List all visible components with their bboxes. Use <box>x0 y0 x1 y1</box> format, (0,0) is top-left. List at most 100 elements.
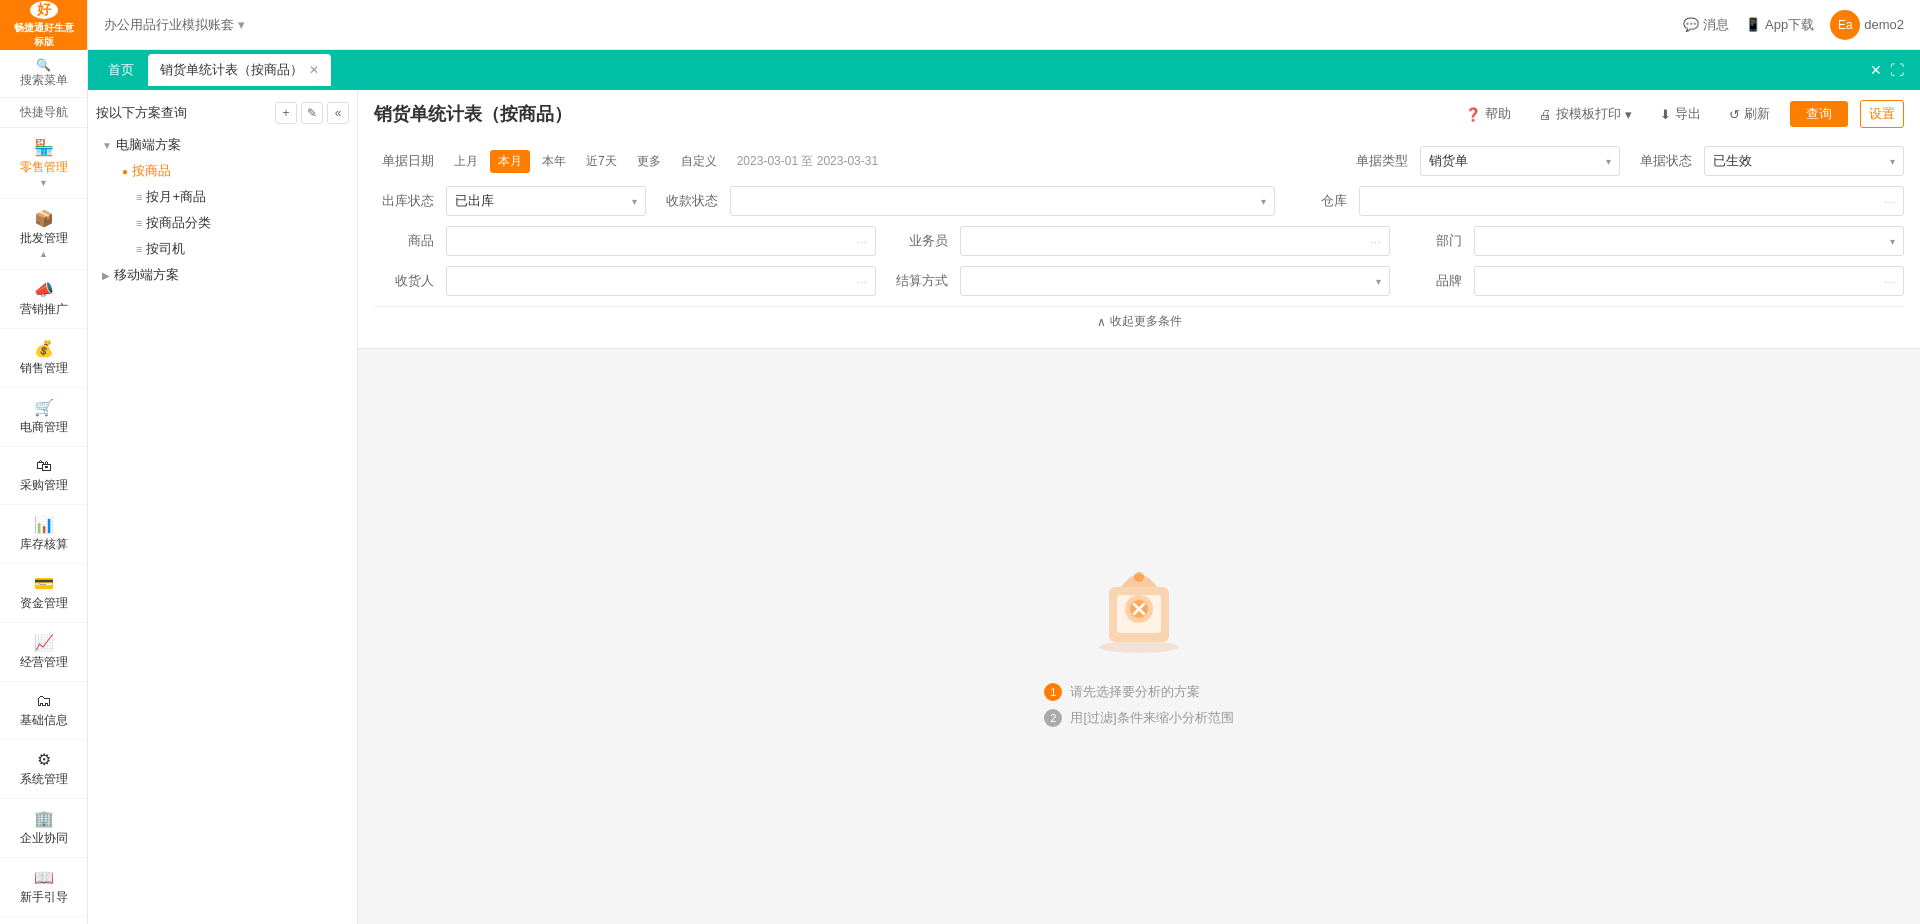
receiver-dots: ··· <box>856 274 867 289</box>
refresh-btn[interactable]: ↺ 刷新 <box>1721 101 1778 127</box>
query-btn[interactable]: 查询 <box>1790 101 1848 127</box>
tree-item-by-month-goods[interactable]: ≡ 按月+商品 <box>116 184 349 210</box>
date-tab-7days[interactable]: 近7天 <box>578 150 625 173</box>
user-menu-btn[interactable]: Ea demo2 <box>1830 10 1904 40</box>
tree-item-by-goods[interactable]: ● 按商品 <box>116 158 349 184</box>
brand-input[interactable]: ··· <box>1474 266 1904 296</box>
minimize-icon[interactable]: ✕ <box>1870 62 1882 78</box>
sidebar-item-retail[interactable]: 🏪 零售管理 ▼ <box>0 128 87 199</box>
settings-label: 设置 <box>1869 105 1895 123</box>
sales-label: 销售管理 <box>20 360 68 377</box>
date-range-display: 2023-03-01 至 2023-03-31 <box>737 153 878 170</box>
collapse-bar[interactable]: ∧ 收起更多条件 <box>374 306 1904 336</box>
page-title-bar: 销货单统计表（按商品） ❓ 帮助 🖨 按模板打印 ▾ ⬇ 导出 <box>358 90 1920 134</box>
driver-icon: ≡ <box>136 243 142 255</box>
sidebar-item-marketing[interactable]: 📣 营销推广 <box>0 270 87 329</box>
desktop-arrow: ▼ <box>102 140 112 151</box>
add-scheme-btn[interactable]: + <box>275 102 297 124</box>
tip-num-2: 2 <box>1044 709 1062 727</box>
sidebar-item-inventory[interactable]: 📊 库存核算 <box>0 505 87 564</box>
tab-close-btn[interactable]: ✕ <box>309 63 319 77</box>
settings-btn[interactable]: 设置 <box>1860 100 1904 128</box>
goods-input[interactable]: ··· <box>446 226 876 256</box>
out-input[interactable]: 已出库 ▾ <box>446 186 646 216</box>
wholesale-arrow: ▲ <box>39 249 48 259</box>
brand-label: 品牌 <box>1402 272 1462 290</box>
app-label: App下载 <box>1765 16 1814 34</box>
search-icon: 🔍 <box>36 58 51 72</box>
tree-item-by-category[interactable]: ≡ 按商品分类 <box>116 210 349 236</box>
quick-nav-btn[interactable]: 快捷导航 <box>0 98 87 128</box>
payment-label: 结算方式 <box>888 272 948 290</box>
tab-sales-stat[interactable]: 销货单统计表（按商品） ✕ <box>148 54 331 86</box>
status-value: 已生效 <box>1713 152 1752 170</box>
sidebar-item-purchase[interactable]: 🛍 采购管理 <box>0 447 87 505</box>
sidebar-item-enterprise[interactable]: 🏢 企业协同 <box>0 799 87 858</box>
search-menu-btn[interactable]: 🔍 搜索菜单 <box>0 50 87 98</box>
app-download-btn[interactable]: 📱 App下载 <box>1745 16 1814 34</box>
tree-item-by-driver[interactable]: ≡ 按司机 <box>116 236 349 262</box>
purchase-icon: 🛍 <box>36 457 52 475</box>
sidebar-item-basic[interactable]: 🗂 基础信息 <box>0 682 87 740</box>
finance-label: 资金管理 <box>20 595 68 612</box>
title-actions: ❓ 帮助 🖨 按模板打印 ▾ ⬇ 导出 ↺ 刷新 <box>1457 100 1904 128</box>
receipt-input[interactable]: ▾ <box>730 186 1275 216</box>
enterprise-icon: 🏢 <box>34 809 54 828</box>
tree-desktop-section[interactable]: ▼ 电脑端方案 <box>96 132 349 158</box>
tab-home[interactable]: 首页 <box>96 54 146 86</box>
purchase-label: 采购管理 <box>20 477 68 494</box>
payment-input[interactable]: ▾ <box>960 266 1390 296</box>
staff-dots: ··· <box>1370 234 1381 249</box>
collapse-panel-btn[interactable]: « <box>327 102 349 124</box>
warehouse-label: 仓库 <box>1287 192 1347 210</box>
sidebar-item-appcenter[interactable]: 📱 应用中心 <box>0 917 87 924</box>
type-value: 销货单 <box>1429 152 1468 170</box>
sidebar-item-ecommerce[interactable]: 🛒 电商管理 <box>0 388 87 447</box>
maximize-icon[interactable]: ⛶ <box>1890 62 1904 78</box>
filter-row-3: 商品 ··· 业务员 ··· 部门 ▾ <box>374 226 1904 256</box>
month-goods-icon: ≡ <box>136 191 142 203</box>
type-dropdown-arrow: ▾ <box>1606 156 1611 167</box>
collapse-icon: « <box>335 106 342 120</box>
date-tab-this-year[interactable]: 本年 <box>534 150 574 173</box>
print-btn[interactable]: 🖨 按模板打印 ▾ <box>1531 101 1640 127</box>
empty-tip-2: 2 用[过滤]条件来缩小分析范围 <box>1044 709 1233 727</box>
tree-mobile-section[interactable]: ▶ 移动端方案 <box>96 262 349 288</box>
dept-dropdown-arrow: ▾ <box>1890 236 1895 247</box>
out-dropdown-arrow: ▾ <box>632 196 637 207</box>
avatar-text: Ea <box>1838 18 1853 32</box>
sidebar-item-newbie[interactable]: 📖 新手引导 <box>0 858 87 917</box>
edit-scheme-btn[interactable]: ✎ <box>301 102 323 124</box>
warehouse-input[interactable]: ··· <box>1359 186 1904 216</box>
breadcrumb[interactable]: 办公用品行业模拟账套 ▾ <box>104 16 245 34</box>
sidebar-item-wholesale[interactable]: 📦 批发管理 ▲ <box>0 199 87 270</box>
dept-input[interactable]: ▾ <box>1474 226 1904 256</box>
out-value: 已出库 <box>455 192 494 210</box>
sidebar-item-sales[interactable]: 💰 销售管理 <box>0 329 87 388</box>
sidebar-item-operations[interactable]: 📈 经营管理 <box>0 623 87 682</box>
sidebar-item-system[interactable]: ⚙ 系统管理 <box>0 740 87 799</box>
status-input[interactable]: 已生效 ▾ <box>1704 146 1904 176</box>
logo-text: 畅捷通好生意 <box>14 21 74 35</box>
date-tab-this-month[interactable]: 本月 <box>490 150 530 173</box>
message-btn[interactable]: 💬 消息 <box>1683 16 1729 34</box>
date-tab-last-month[interactable]: 上月 <box>446 150 486 173</box>
tip-num-1: 1 <box>1044 683 1062 701</box>
tree-desktop-children: ● 按商品 ≡ 按月+商品 ≡ 按商品分类 ≡ 按司机 <box>96 158 349 262</box>
right-panel: 销货单统计表（按商品） ❓ 帮助 🖨 按模板打印 ▾ ⬇ 导出 <box>358 90 1920 924</box>
system-label: 系统管理 <box>20 771 68 788</box>
message-label: 消息 <box>1703 16 1729 34</box>
sidebar-item-finance[interactable]: 💳 资金管理 <box>0 564 87 623</box>
basic-icon: 🗂 <box>36 692 52 710</box>
topbar: 办公用品行业模拟账套 ▾ 💬 消息 📱 App下载 Ea demo2 <box>88 0 1920 50</box>
enterprise-label: 企业协同 <box>20 830 68 847</box>
print-icon: 🖨 <box>1539 107 1552 122</box>
receipt-dropdown-arrow: ▾ <box>1261 196 1266 207</box>
date-tab-custom[interactable]: 自定义 <box>673 150 725 173</box>
receiver-input[interactable]: ··· <box>446 266 876 296</box>
staff-input[interactable]: ··· <box>960 226 1390 256</box>
type-input[interactable]: 销货单 ▾ <box>1420 146 1620 176</box>
help-btn[interactable]: ❓ 帮助 <box>1457 101 1519 127</box>
date-tab-more[interactable]: 更多 <box>629 150 669 173</box>
export-btn[interactable]: ⬇ 导出 <box>1652 101 1709 127</box>
